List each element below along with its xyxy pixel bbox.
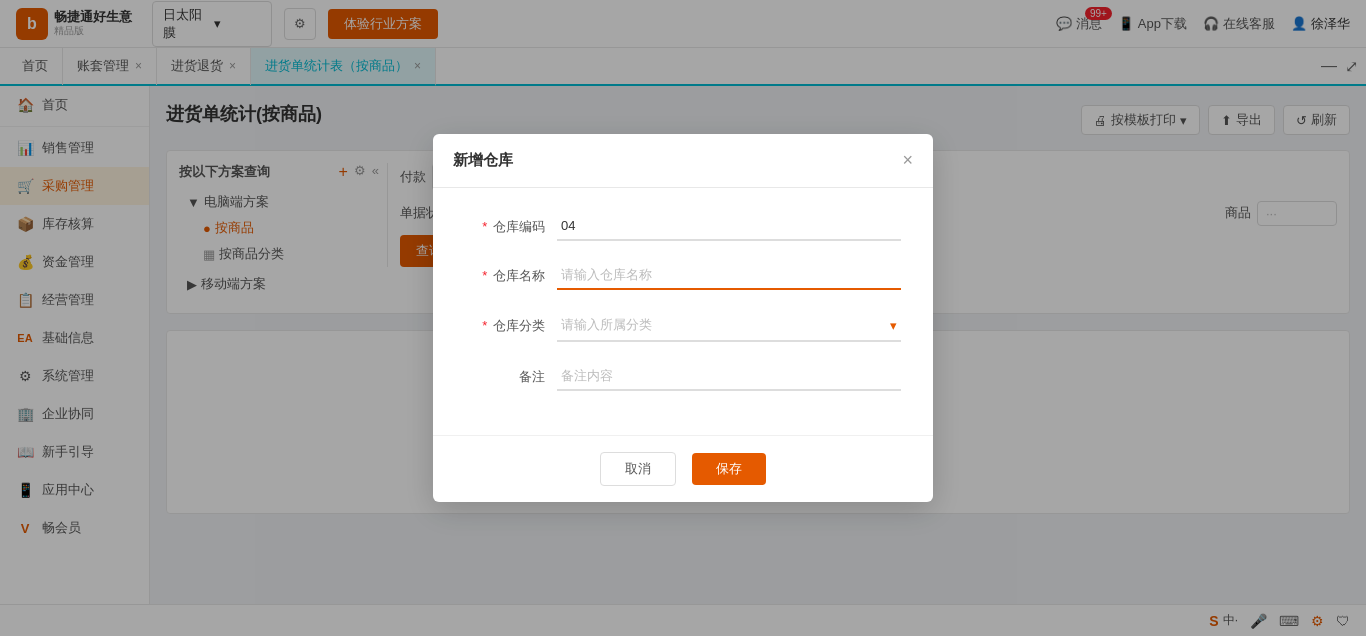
name-label: * 仓库名称 [465, 267, 545, 285]
modal-title: 新增仓库 [453, 151, 513, 170]
cancel-button[interactable]: 取消 [600, 452, 676, 486]
code-input[interactable] [557, 212, 901, 241]
modal-new-warehouse: 新增仓库 × * 仓库编码 * 仓库名称 [433, 134, 933, 502]
note-label: 备注 [465, 368, 545, 386]
name-input[interactable] [557, 261, 901, 290]
form-row-code: * 仓库编码 [465, 212, 901, 241]
modal-overlay[interactable]: 新增仓库 × * 仓库编码 * 仓库名称 [0, 0, 1366, 636]
form-row-category: * 仓库分类 请输入所属分类 ▾ [465, 310, 901, 342]
note-input[interactable] [557, 362, 901, 391]
category-select[interactable]: 请输入所属分类 ▾ [557, 310, 901, 342]
modal-close-button[interactable]: × [902, 150, 913, 171]
modal-body: * 仓库编码 * 仓库名称 * 仓库分类 请输入 [433, 188, 933, 435]
category-label: * 仓库分类 [465, 317, 545, 335]
form-row-name: * 仓库名称 [465, 261, 901, 290]
modal-footer: 取消 保存 [433, 435, 933, 502]
code-label: * 仓库编码 [465, 218, 545, 236]
save-button[interactable]: 保存 [692, 453, 766, 485]
modal-header: 新增仓库 × [433, 134, 933, 188]
form-row-note: 备注 [465, 362, 901, 391]
category-dropdown-icon: ▾ [890, 318, 897, 333]
